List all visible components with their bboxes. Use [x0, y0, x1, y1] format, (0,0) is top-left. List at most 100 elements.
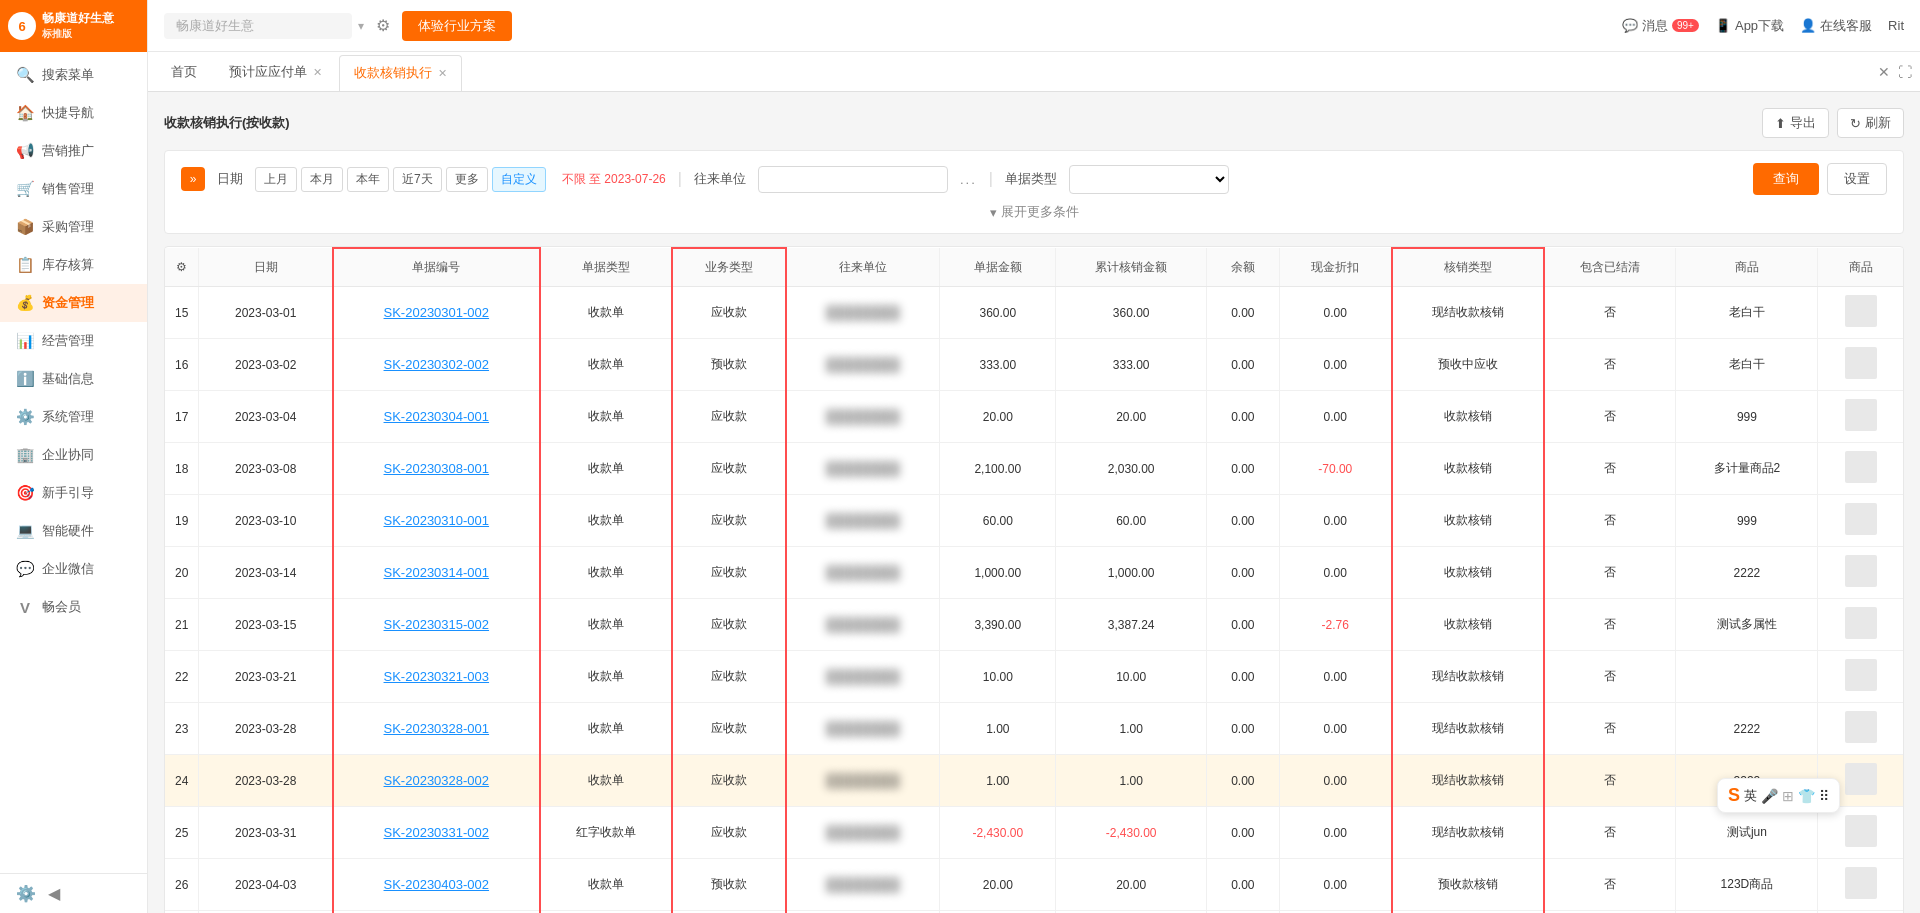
doc-no-link[interactable]: SK-20230328-001	[384, 721, 490, 736]
refresh-button[interactable]: ↻ 刷新	[1837, 108, 1904, 138]
topbar-right: 💬 消息 99+ 📱 App下载 👤 在线客服 Rit	[1622, 17, 1904, 35]
sidebar-item-guide[interactable]: 🎯 新手引导	[0, 474, 147, 512]
sidebar-item-member[interactable]: V 畅会员	[0, 588, 147, 626]
sidebar-item-wechat[interactable]: 💬 企业微信	[0, 550, 147, 588]
goods2-cell	[1818, 287, 1903, 339]
doc-no-link[interactable]: SK-20230308-001	[384, 461, 490, 476]
tab-home[interactable]: 首页	[156, 54, 212, 90]
doc-no-link[interactable]: SK-20230315-002	[384, 617, 490, 632]
amount-cell: 20.00	[940, 391, 1056, 443]
data-table-container: ⚙ 日期 单据编号 单据类型 业务类型 往来单位 单据金额 累计核销金额 余额 …	[164, 246, 1904, 913]
doc-no-cell: SK-20230314-001	[333, 547, 539, 599]
home-tab-label: 首页	[171, 63, 197, 81]
content-area: 收款核销执行(按收款) ⬆ 导出 ↻ 刷新 » 日期 上月 本月	[148, 92, 1920, 913]
included-cell: 否	[1544, 339, 1676, 391]
col-goods2: 商品	[1818, 248, 1903, 287]
table-row: 21 2023-03-15 SK-20230315-002 收款单 应收款 ██…	[165, 599, 1903, 651]
receipt-tab-close-icon[interactable]: ✕	[438, 67, 447, 80]
more-filters-dots[interactable]: ...	[960, 172, 977, 187]
sidebar-item-hardware[interactable]: 💻 智能硬件	[0, 512, 147, 550]
table-row: 16 2023-03-02 SK-20230302-002 收款单 预收款 ██…	[165, 339, 1903, 391]
expand-more-button[interactable]: ▾ 展开更多条件	[990, 203, 1079, 221]
this-year-button[interactable]: 本年	[347, 167, 389, 192]
col-biz-type: 业务类型	[672, 248, 785, 287]
messages-group[interactable]: 💬 消息 99+	[1622, 17, 1699, 35]
topbar-gear-icon[interactable]: ⚙	[376, 16, 390, 35]
doc-no-link[interactable]: SK-20230310-001	[384, 513, 490, 528]
cash-discount-cell: 0.00	[1279, 287, 1392, 339]
sidebar-item-operation[interactable]: 📊 经营管理	[0, 322, 147, 360]
custom-date-button[interactable]: 自定义	[492, 167, 546, 192]
doc-type-select[interactable]	[1069, 165, 1229, 194]
sidebar-item-finance[interactable]: 💰 资金管理	[0, 284, 147, 322]
logo-sub: 标推版	[42, 27, 114, 41]
doc-type-cell: 收款单	[540, 703, 673, 755]
settled-cell: 3,387.24	[1056, 599, 1207, 651]
sidebar-item-system[interactable]: ⚙️ 系统管理	[0, 398, 147, 436]
cash-discount-cell: 0.00	[1279, 391, 1392, 443]
sidebar-item-marketing[interactable]: 📢 营销推广	[0, 132, 147, 170]
doc-no-link[interactable]: SK-20230301-002	[384, 305, 490, 320]
doc-no-link[interactable]: SK-20230331-002	[384, 825, 490, 840]
sidebar-item-sales[interactable]: 🛒 销售管理	[0, 170, 147, 208]
close-all-icon[interactable]: ✕	[1878, 64, 1890, 80]
sidebar-item-label: 资金管理	[42, 294, 94, 312]
expand-icon: ▾	[990, 205, 997, 220]
expand-more-row: ▾ 展开更多条件	[181, 203, 1887, 221]
app-download-group[interactable]: 📱 App下载	[1715, 17, 1784, 35]
balance-cell: 0.00	[1206, 599, 1279, 651]
tab-receipt[interactable]: 收款核销执行 ✕	[339, 55, 462, 91]
settled-cell: 1.00	[1056, 703, 1207, 755]
doc-type-cell: 收款单	[540, 391, 673, 443]
settings-icon[interactable]: ⚙️	[16, 884, 36, 903]
doc-no-link[interactable]: SK-20230302-002	[384, 357, 490, 372]
sidebar-item-search[interactable]: 🔍 搜索菜单	[0, 56, 147, 94]
doc-no-link[interactable]: SK-20230321-003	[384, 669, 490, 684]
doc-no-link[interactable]: SK-20230328-002	[384, 773, 490, 788]
sidebar: 6 畅康道好生意 标推版 🔍 搜索菜单 🏠 快捷导航 📢 营销推广 🛒 销售管理…	[0, 0, 148, 913]
prepay-tab-close-icon[interactable]: ✕	[313, 66, 322, 79]
balance-cell: 0.00	[1206, 859, 1279, 911]
messages-icon: 💬	[1622, 18, 1638, 33]
page-actions: ⬆ 导出 ↻ 刷新	[1762, 108, 1904, 138]
tab-prepay[interactable]: 预计应应付单 ✕	[214, 54, 337, 90]
sidebar-item-quick[interactable]: 🏠 快捷导航	[0, 94, 147, 132]
last-7days-button[interactable]: 近7天	[393, 167, 442, 192]
balance-cell: 0.00	[1206, 703, 1279, 755]
table-row: 17 2023-03-04 SK-20230304-001 收款单 应收款 ██…	[165, 391, 1903, 443]
more-dates-button[interactable]: 更多	[446, 167, 488, 192]
basic-icon: ℹ️	[16, 370, 34, 388]
service-group[interactable]: 👤 在线客服	[1800, 17, 1872, 35]
date-cell: 2023-03-15	[199, 599, 333, 651]
settled-cell: 20.00	[1056, 859, 1207, 911]
partner-filter-input[interactable]	[758, 166, 948, 193]
fullscreen-icon[interactable]: ⛶	[1898, 64, 1912, 80]
dropdown-arrow-icon[interactable]: ▾	[358, 19, 364, 33]
doc-no-link[interactable]: SK-20230304-001	[384, 409, 490, 424]
user-name: Rit	[1888, 18, 1904, 33]
export-button[interactable]: ⬆ 导出	[1762, 108, 1829, 138]
logo-icon: 6	[8, 12, 36, 40]
query-button[interactable]: 查询	[1753, 163, 1819, 195]
col-settings[interactable]: ⚙	[165, 248, 199, 287]
col-amount: 单据金额	[940, 248, 1056, 287]
doc-no-link[interactable]: SK-20230314-001	[384, 565, 490, 580]
solution-button[interactable]: 体验行业方案	[402, 11, 512, 41]
sidebar-item-basic[interactable]: ℹ️ 基础信息	[0, 360, 147, 398]
filter-setting-button[interactable]: 设置	[1827, 163, 1887, 195]
last-month-button[interactable]: 上月	[255, 167, 297, 192]
sales-icon: 🛒	[16, 180, 34, 198]
sidebar-item-inventory[interactable]: 📋 库存核算	[0, 246, 147, 284]
filter-expand-button[interactable]: »	[181, 167, 205, 191]
sidebar-item-company[interactable]: 🏢 企业协同	[0, 436, 147, 474]
collapse-icon[interactable]: ◀	[48, 884, 60, 903]
date-cell: 2023-03-02	[199, 339, 333, 391]
partner-cell: ████████	[786, 599, 940, 651]
sidebar-item-label: 企业微信	[42, 560, 94, 578]
this-month-button[interactable]: 本月	[301, 167, 343, 192]
sidebar-item-purchase[interactable]: 📦 采购管理	[0, 208, 147, 246]
doc-no-link[interactable]: SK-20230403-002	[384, 877, 490, 892]
app-logo: 6 畅康道好生意 标推版	[0, 0, 147, 52]
goods1-cell: 测试多属性	[1676, 599, 1818, 651]
cash-discount-cell: 0.00	[1279, 339, 1392, 391]
